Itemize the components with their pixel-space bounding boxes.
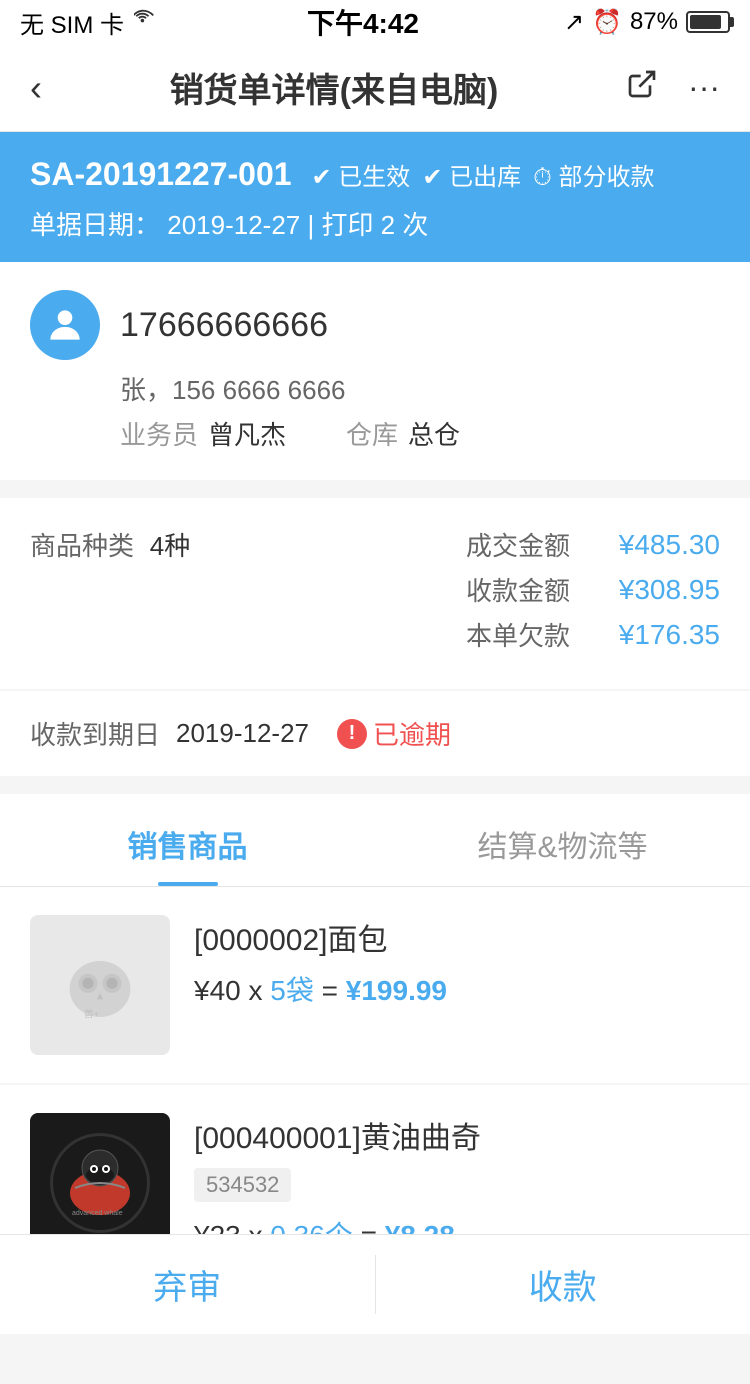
tabs-section: 销售商品 结算&物流等 <box>0 794 750 887</box>
status-right: ↗ ⏰ 87% <box>564 8 730 37</box>
product-total-1: ¥199.99 <box>346 975 447 1006</box>
status-left: 无 SIM 卡 <box>20 5 162 40</box>
customer-sub: 张，156 6666 6666 <box>120 370 720 407</box>
tabs-row: 销售商品 结算&物流等 <box>0 794 750 886</box>
overdue-icon: ! <box>337 719 367 749</box>
salesperson-item: 业务员 曾凡杰 <box>120 415 286 452</box>
due-label: 收款到期日 <box>30 715 160 752</box>
alarm-icon: ⏰ <box>592 8 622 37</box>
owed-value: ¥176.35 <box>590 619 720 651</box>
location-icon: ↗ <box>564 8 584 37</box>
amount-label: 成交金额 <box>466 526 570 563</box>
received-row: 收款金额 ¥308.95 <box>466 571 720 608</box>
nav-actions: ··· <box>626 68 720 108</box>
ninja-graphic: advanced whale <box>50 1133 150 1233</box>
product-item: 兽+ [0000002]面包 ¥40 x 5袋 = ¥199.99 <box>0 887 750 1083</box>
amount-row: 成交金额 ¥485.30 <box>466 526 720 563</box>
due-section: 收款到期日 2019-12-27 ! 已逾期 <box>0 691 750 776</box>
product-info-2: [000400001]黄油曲奇 534532 ¥23 x 0.36个 = ¥8.… <box>194 1113 720 1254</box>
battery-percent: 87% <box>630 8 678 36</box>
carrier-text: 无 SIM 卡 <box>20 5 124 40</box>
product-name-1: [0000002]面包 <box>194 915 720 959</box>
received-label: 收款金额 <box>466 571 570 608</box>
product-tag-2: 534532 <box>194 1168 291 1202</box>
type-label: 商品种类 <box>30 531 134 561</box>
order-date-row: 单据日期： 2019-12-27 | 打印 2 次 <box>30 205 720 242</box>
overdue-text: 已逾期 <box>373 715 451 752</box>
battery-icon <box>686 11 730 33</box>
warehouse-value: 总仓 <box>408 415 460 452</box>
tab-products[interactable]: 销售商品 <box>0 794 375 886</box>
tab-settlement[interactable]: 结算&物流等 <box>375 794 750 886</box>
tab-settlement-label: 结算&物流等 <box>477 831 647 864</box>
svg-text:兽+: 兽+ <box>84 1008 100 1020</box>
page-title: 销货单详情(来自电脑) <box>170 63 499 112</box>
badge-effective: ✔ 已生效 <box>312 157 411 192</box>
overdue-badge: ! 已逾期 <box>337 715 451 752</box>
type-value: 4种 <box>150 531 190 561</box>
order-id: SA-20191227-001 <box>30 156 292 193</box>
customer-row: 17666666666 <box>30 290 720 360</box>
salesperson-label: 业务员 <box>120 415 198 452</box>
product-qty-1: 5袋 <box>270 975 314 1006</box>
product-info-1: [0000002]面包 ¥40 x 5袋 = ¥199.99 <box>194 915 720 1055</box>
badge-shipped: ✔ 已出库 <box>422 157 521 192</box>
product-thumb-1: 兽+ <box>30 915 170 1055</box>
badge-partial: ⏱ 部分收款 <box>533 157 654 192</box>
confirm-button[interactable]: 收款 <box>376 1235 750 1334</box>
owed-row: 本单欠款 ¥176.35 <box>466 616 720 653</box>
summary-left: 商品种类 4种 <box>30 526 190 563</box>
product-price-1: ¥40 <box>194 975 241 1006</box>
order-header: SA-20191227-001 ✔ 已生效 ✔ 已出库 ⏱ 部分收款 单据日期：… <box>0 132 750 262</box>
salesperson-value: 曾凡杰 <box>208 415 286 452</box>
share-icon[interactable] <box>626 68 658 108</box>
more-icon[interactable]: ··· <box>688 69 720 106</box>
avatar <box>30 290 100 360</box>
warehouse-item: 仓库 总仓 <box>346 415 460 452</box>
nav-bar: ‹ 销货单详情(来自电脑) ··· <box>0 44 750 132</box>
status-badges: ✔ 已生效 ✔ 已出库 ⏱ 部分收款 <box>312 157 655 192</box>
print-info: | 打印 2 次 <box>307 210 428 240</box>
amount-value: ¥485.30 <box>590 529 720 561</box>
product-name-2: [000400001]黄油曲奇 <box>194 1113 720 1157</box>
summary-right: 成交金额 ¥485.30 收款金额 ¥308.95 本单欠款 ¥176.35 <box>466 526 720 661</box>
customer-meta: 业务员 曾凡杰 仓库 总仓 <box>120 415 720 452</box>
cancel-button[interactable]: 弃审 <box>0 1235 375 1334</box>
product-price-row-1: ¥40 x 5袋 = ¥199.99 <box>194 969 720 1009</box>
warehouse-label: 仓库 <box>346 415 398 452</box>
bottom-bar: 弃审 收款 <box>0 1234 750 1334</box>
back-button[interactable]: ‹ <box>30 67 42 109</box>
date-label: 单据日期： <box>30 210 160 240</box>
divider-2 <box>0 776 750 792</box>
divider-1 <box>0 482 750 498</box>
svg-text:advanced whale: advanced whale <box>72 1210 123 1217</box>
customer-phone: 17666666666 <box>120 306 328 345</box>
status-bar: 无 SIM 卡 下午4:42 ↗ ⏰ 87% <box>0 0 750 44</box>
order-date: 2019-12-27 <box>167 210 300 240</box>
owed-label: 本单欠款 <box>466 616 570 653</box>
wifi-icon <box>134 8 162 37</box>
product-list: 兽+ [0000002]面包 ¥40 x 5袋 = ¥199.99 <box>0 887 750 1282</box>
status-time: 下午4:42 <box>307 2 419 42</box>
tab-underline <box>158 882 218 886</box>
customer-section: 17666666666 张，156 6666 6666 业务员 曾凡杰 仓库 总… <box>0 262 750 480</box>
due-date: 2019-12-27 <box>176 718 309 749</box>
tab-products-label: 销售商品 <box>128 831 248 864</box>
summary-section: 商品种类 4种 成交金额 ¥485.30 收款金额 ¥308.95 本单欠款 ¥… <box>0 498 750 689</box>
received-value: ¥308.95 <box>590 574 720 606</box>
product-thumb-2: advanced whale <box>30 1113 170 1253</box>
